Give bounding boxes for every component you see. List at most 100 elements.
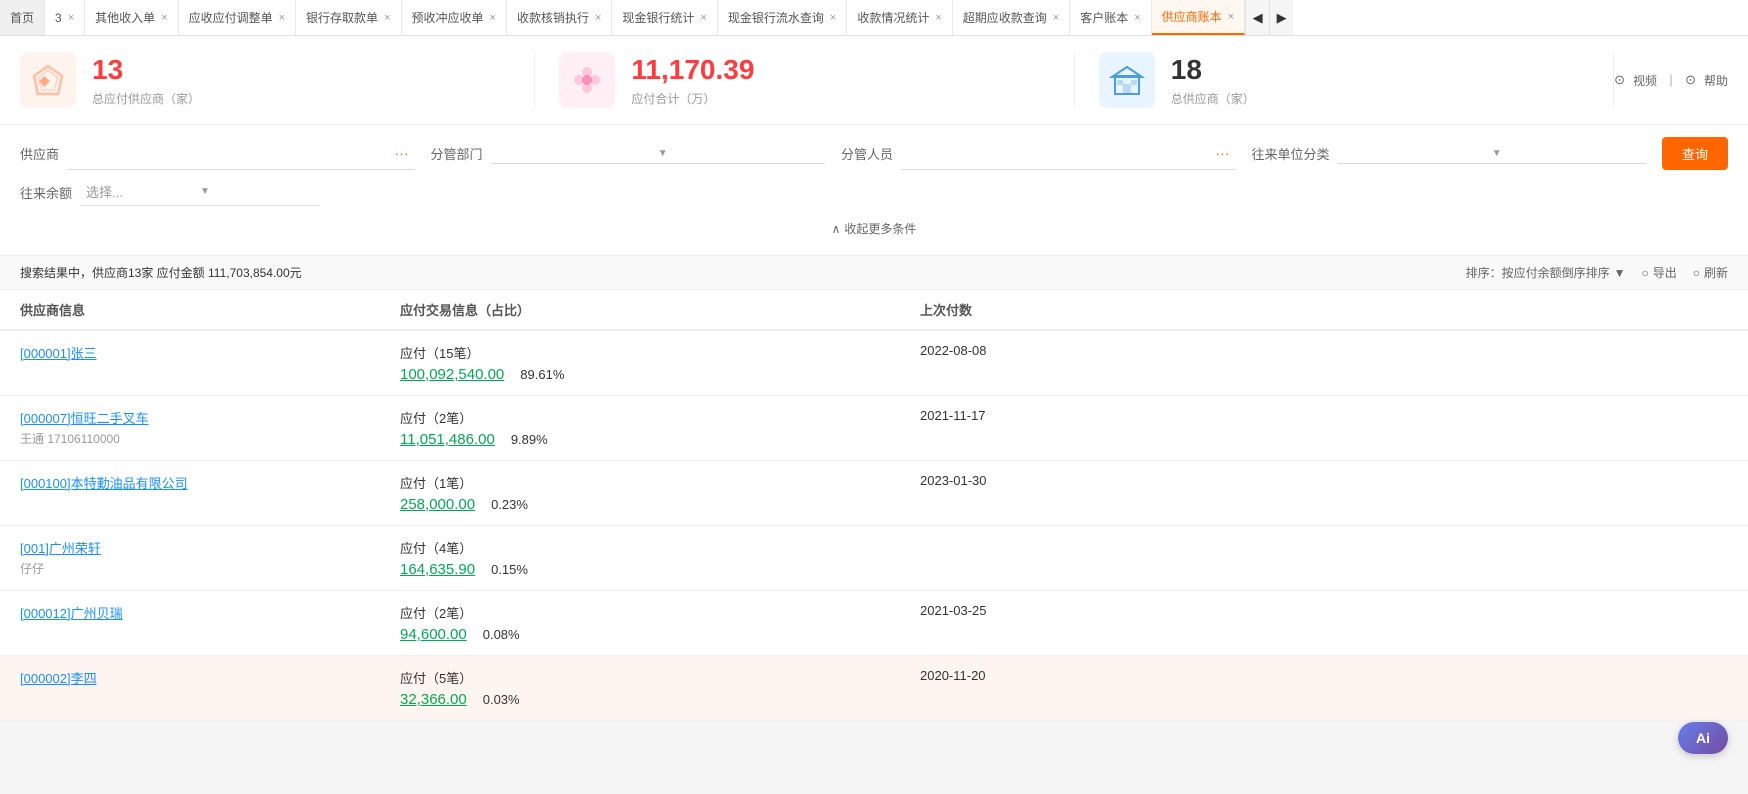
row3-lastpay: 2023-01-30: [920, 473, 1728, 488]
nav-tab-overdue-close[interactable]: ×: [1053, 12, 1059, 24]
supplier-filter-input-wrap[interactable]: ···: [67, 138, 414, 170]
nav-tab-prepay-close[interactable]: ×: [490, 12, 496, 24]
row1-lastpay: 2022-08-08: [920, 343, 1728, 358]
dept-filter-select[interactable]: ▼: [491, 144, 825, 164]
nav-tab-receipt-stat-close[interactable]: ×: [935, 12, 941, 24]
row6-trans-amount[interactable]: 32,366.00: [400, 691, 467, 708]
nav-tab-cash-bank[interactable]: 现金银行统计 ×: [612, 0, 717, 35]
nav-tab-3-close[interactable]: ×: [68, 12, 74, 24]
row6-lastpay: 2020-11-20: [920, 668, 1728, 683]
nav-tab-bank-deposit[interactable]: 银行存取款单 ×: [296, 0, 401, 35]
nav-tab-3[interactable]: 3 ×: [45, 0, 85, 35]
video-link[interactable]: 视频: [1633, 72, 1657, 89]
ai-button[interactable]: Ai: [1678, 722, 1728, 754]
nav-tab-prepay[interactable]: 预收冲应收单 ×: [402, 0, 507, 35]
nav-tab-cash-flow[interactable]: 现金银行流水查询 ×: [718, 0, 847, 35]
row6-transaction: 应付（5笔） 32,366.00 0.03%: [400, 668, 920, 708]
person-filter-input-wrap[interactable]: ···: [901, 138, 1235, 170]
help-icon: ⊙: [1685, 72, 1696, 88]
card-icon-store: [1099, 52, 1155, 108]
sort-select[interactable]: 排序：按应付余额倒序排序 ▼: [1466, 264, 1626, 281]
total-amount-label: 应付合计（万）: [631, 90, 754, 107]
row5-supplier-link[interactable]: [000012]广州贝瑞: [20, 603, 400, 622]
nav-next-arrow[interactable]: ▶: [1269, 0, 1293, 35]
nav-tab-supplier-book[interactable]: 供应商账本 ×: [1152, 0, 1245, 35]
nav-prev-arrow[interactable]: ◀: [1245, 0, 1269, 35]
nav-tab-overdue-label: 超期应收款查询: [963, 9, 1047, 26]
row1-supplier: [000001]张三: [20, 343, 400, 362]
row4-supplier-sub: 仔仔: [20, 560, 400, 577]
search-button[interactable]: 查询: [1662, 137, 1728, 170]
person-filter-dots[interactable]: ···: [1216, 145, 1230, 161]
row1-trans-amount-row: 100,092,540.00 89.61%: [400, 366, 920, 383]
nav-tab-cash-flow-label: 现金银行流水查询: [728, 9, 824, 26]
row1-supplier-link[interactable]: [000001]张三: [20, 343, 400, 362]
export-icon: ○: [1641, 266, 1648, 280]
total-amount: 11,170.39: [631, 53, 754, 87]
row5-trans-amount[interactable]: 94,600.00: [400, 626, 467, 643]
row3-trans-label: 应付（1笔）: [400, 473, 920, 492]
nav-tab-supplier-book-close[interactable]: ×: [1228, 11, 1234, 23]
nav-tab-receipt-stat[interactable]: 收款情况统计 ×: [847, 0, 952, 35]
row4-trans-label: 应付（4笔）: [400, 538, 920, 557]
nav-tab-receipt-stat-label: 收款情况统计: [857, 9, 929, 26]
row4-trans-percent: 0.15%: [491, 562, 528, 577]
row6-supplier-link[interactable]: [000002]李四: [20, 668, 400, 687]
supplier-filter-input[interactable]: [73, 142, 394, 165]
row4-supplier-link[interactable]: [001]广州荣轩: [20, 538, 400, 557]
row2-supplier-link[interactable]: [000007]恒旺二手叉车: [20, 408, 400, 427]
table-row: [000007]恒旺二手叉车 王通 17106110000 应付（2笔） 11,…: [0, 396, 1748, 461]
card-icon-diamond: ◆: [20, 52, 76, 108]
nav-tab-other-income-close[interactable]: ×: [161, 12, 167, 24]
data-table: 供应商信息 应付交易信息（占比） 上次付数 [000001]张三 应付（15笔）…: [0, 290, 1748, 721]
ai-button-container: Ai: [1678, 722, 1728, 754]
export-button[interactable]: ○ 导出: [1641, 264, 1676, 281]
nav-tab-bank-deposit-label: 银行存取款单: [306, 9, 378, 26]
row1-trans-amount[interactable]: 100,092,540.00: [400, 366, 504, 383]
sort-arrow-icon: ▼: [1614, 266, 1626, 280]
nav-tab-receipt-verify[interactable]: 收款核销执行 ×: [507, 0, 612, 35]
supplier-count: 13: [92, 53, 200, 87]
collapse-row: ∧ 收起更多条件: [20, 214, 1728, 243]
nav-tab-ar-ap-adjust[interactable]: 应收应付调整单 ×: [179, 0, 296, 35]
category-filter-select[interactable]: ▼: [1338, 144, 1646, 164]
nav-tab-customer-book-close[interactable]: ×: [1134, 12, 1140, 24]
sort-label: 排序：按应付余额倒序排序: [1466, 264, 1610, 281]
nav-tab-cash-bank-label: 现金银行统计: [622, 9, 694, 26]
nav-tab-supplier-book-label: 供应商账本: [1162, 8, 1222, 25]
nav-tab-receipt-verify-close[interactable]: ×: [595, 12, 601, 24]
nav-tab-home[interactable]: 首页: [0, 0, 45, 35]
row5-transaction: 应付（2笔） 94,600.00 0.08%: [400, 603, 920, 643]
separator: ｜: [1665, 72, 1677, 89]
row3-supplier-link[interactable]: [000100]本特勤油品有限公司: [20, 473, 400, 492]
balance-filter-label: 往来余额: [20, 183, 72, 202]
nav-tab-customer-book[interactable]: 客户账本 ×: [1070, 0, 1151, 35]
nav-tab-cash-flow-close[interactable]: ×: [830, 12, 836, 24]
nav-tab-cash-bank-close[interactable]: ×: [700, 12, 706, 24]
row6-trans-label: 应付（5笔）: [400, 668, 920, 687]
filter-balance: 往来余额 选择... ▼: [20, 178, 320, 206]
row3-trans-amount[interactable]: 258,000.00: [400, 496, 475, 513]
balance-filter-select[interactable]: 选择... ▼: [80, 178, 320, 206]
card-content-total-suppliers: 18 总供应商（家）: [1171, 53, 1255, 108]
help-link[interactable]: 帮助: [1704, 72, 1728, 89]
row1-transaction: 应付（15笔） 100,092,540.00 89.61%: [400, 343, 920, 383]
person-filter-input[interactable]: [907, 142, 1215, 165]
card-icon-flower: [559, 52, 615, 108]
top-links: ⊙ 视频 ｜ ⊙ 帮助: [1614, 72, 1728, 89]
export-label: 导出: [1653, 264, 1677, 281]
row3-supplier: [000100]本特勤油品有限公司: [20, 473, 400, 492]
nav-tab-overdue[interactable]: 超期应收款查询 ×: [953, 0, 1070, 35]
nav-tab-other-income-label: 其他收入单: [95, 9, 155, 26]
nav-tab-ar-ap-close[interactable]: ×: [279, 12, 285, 24]
collapse-button[interactable]: ∧ 收起更多条件: [832, 220, 917, 237]
row2-trans-amount[interactable]: 11,051,486.00: [400, 431, 495, 448]
summary-card-total-suppliers: 18 总供应商（家）: [1075, 52, 1614, 108]
nav-tab-other-income[interactable]: 其他收入单 ×: [85, 0, 178, 35]
row4-trans-amount[interactable]: 164,635.90: [400, 561, 475, 578]
supplier-filter-dots[interactable]: ···: [395, 145, 409, 161]
refresh-button[interactable]: ○ 刷新: [1693, 264, 1728, 281]
nav-tab-home-label: 首页: [10, 9, 34, 26]
row2-trans-amount-row: 11,051,486.00 9.89%: [400, 431, 920, 448]
nav-tab-bank-deposit-close[interactable]: ×: [384, 12, 390, 24]
